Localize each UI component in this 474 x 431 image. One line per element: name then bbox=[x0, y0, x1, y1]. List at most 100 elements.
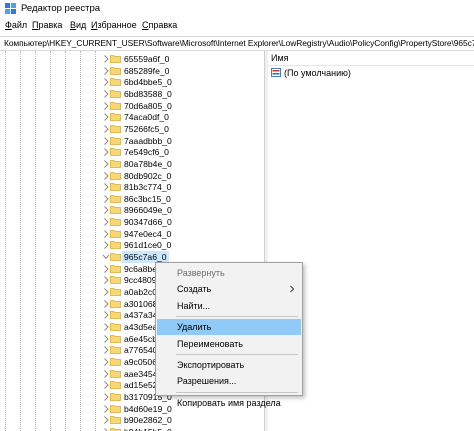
chevron-right-icon[interactable] bbox=[102, 357, 110, 367]
folder-icon bbox=[110, 253, 121, 261]
context-menu-item-label: Разрешения... bbox=[177, 376, 237, 387]
chevron-right-icon[interactable] bbox=[102, 275, 110, 285]
tree-item[interactable]: 90347d66_0 bbox=[0, 216, 264, 228]
reg-string-icon bbox=[271, 68, 281, 77]
chevron-right-icon[interactable] bbox=[102, 89, 110, 99]
context-menu-item-label: Экспортировать bbox=[177, 360, 245, 370]
menu-favorites[interactable]: Избранное bbox=[91, 20, 137, 30]
window-title: Редактор реестра bbox=[21, 3, 101, 14]
chevron-right-icon[interactable] bbox=[102, 334, 110, 344]
chevron-right-icon[interactable] bbox=[102, 415, 110, 425]
folder-icon bbox=[110, 66, 121, 75]
tree-item-label: a9c0506 bbox=[124, 356, 157, 367]
value-row-default[interactable]: (По умолчанию) bbox=[268, 67, 474, 79]
registry-editor-icon bbox=[5, 3, 16, 14]
chevron-right-icon[interactable] bbox=[102, 229, 110, 239]
chevron-right-icon[interactable] bbox=[102, 66, 110, 76]
folder-icon bbox=[110, 357, 121, 366]
chevron-right-icon[interactable] bbox=[102, 124, 110, 134]
tree-item[interactable]: 8966049e_0 bbox=[0, 204, 264, 216]
chevron-right-icon[interactable] bbox=[102, 369, 110, 379]
tree-item-label: 70d6a805_0 bbox=[124, 100, 172, 111]
chevron-right-icon[interactable] bbox=[102, 159, 110, 169]
folder-icon bbox=[110, 346, 121, 355]
context-menu-item[interactable]: Разрешения... bbox=[157, 373, 301, 389]
tree-item[interactable]: 80db902c_0 bbox=[0, 170, 264, 182]
tree-item-label: 947e0ec4_0 bbox=[124, 228, 172, 239]
tree-item-label: a437a34 bbox=[124, 310, 158, 321]
context-menu-item[interactable]: Копировать имя раздела bbox=[157, 395, 301, 411]
folder-icon bbox=[110, 381, 121, 390]
folder-icon bbox=[110, 334, 121, 343]
tree-item[interactable]: 80a78b4e_0 bbox=[0, 158, 264, 170]
chevron-right-icon[interactable] bbox=[102, 77, 110, 87]
chevron-right-icon[interactable] bbox=[102, 380, 110, 390]
tree-item[interactable]: 961d1ce0_0 bbox=[0, 239, 264, 251]
chevron-right-icon[interactable] bbox=[102, 136, 110, 146]
context-menu-item-label: Переименовать bbox=[177, 338, 243, 349]
chevron-right-icon[interactable] bbox=[102, 392, 110, 402]
value-name: (По умолчанию) bbox=[284, 68, 351, 78]
tree-item[interactable]: b90e2862_0 bbox=[0, 414, 264, 426]
chevron-right-icon[interactable] bbox=[102, 101, 110, 111]
chevron-right-icon[interactable] bbox=[102, 299, 110, 309]
tree-item[interactable]: 947e0ec4_0 bbox=[0, 228, 264, 240]
address-bar[interactable]: Компьютер\HKEY_CURRENT_USER\Software\Mic… bbox=[0, 36, 474, 51]
folder-icon bbox=[110, 404, 121, 413]
chevron-right-icon[interactable] bbox=[102, 182, 110, 192]
tree-item-label: a43d5ea bbox=[124, 321, 158, 332]
tree-item[interactable]: 70d6a805_0 bbox=[0, 100, 264, 112]
context-menu-item[interactable]: Найти... bbox=[157, 298, 301, 314]
tree-item[interactable]: 75266fc5_0 bbox=[0, 123, 264, 135]
menu-file[interactable]: Файл bbox=[5, 20, 27, 30]
tree-item[interactable]: 81b3c774_0 bbox=[0, 181, 264, 193]
folder-icon bbox=[110, 323, 121, 331]
chevron-right-icon[interactable] bbox=[102, 310, 110, 320]
context-menu-item: Развернуть bbox=[157, 265, 301, 281]
folder-icon bbox=[110, 113, 121, 122]
folder-icon bbox=[110, 101, 121, 110]
menu-edit[interactable]: Правка bbox=[32, 20, 62, 30]
context-menu-item-label: Найти... bbox=[177, 300, 211, 311]
folder-icon bbox=[110, 311, 121, 320]
tree-item[interactable]: 86c3bc15_0 bbox=[0, 193, 264, 205]
tree-item[interactable]: 65559a6f_0 bbox=[0, 53, 264, 65]
chevron-right-icon[interactable] bbox=[102, 112, 110, 122]
chevron-right-icon[interactable] bbox=[102, 54, 110, 64]
column-header-name[interactable]: Имя bbox=[268, 51, 474, 66]
chevron-right-icon[interactable] bbox=[102, 264, 110, 274]
tree-item[interactable]: 7aaadbbb_0 bbox=[0, 135, 264, 147]
chevron-right-icon[interactable] bbox=[102, 217, 110, 227]
chevron-right-icon[interactable] bbox=[102, 147, 110, 157]
menu-help[interactable]: Справка bbox=[142, 20, 177, 30]
chevron-right-icon[interactable] bbox=[102, 205, 110, 215]
menu-bar: Файл Правка Вид Избранное Справка bbox=[0, 18, 474, 34]
chevron-right-icon[interactable] bbox=[102, 427, 110, 431]
tree-item[interactable]: 74aca0df_0 bbox=[0, 111, 264, 123]
folder-icon bbox=[110, 206, 121, 215]
tree-item-label: 6bd4bbe5_0 bbox=[124, 77, 172, 88]
tree-item-label: 65559a6f_0 bbox=[124, 54, 170, 64]
tree-item[interactable]: b94b15b5_0 bbox=[0, 426, 264, 431]
context-menu-item[interactable]: Создать bbox=[157, 281, 301, 297]
tree-item[interactable]: 7e549cf6_0 bbox=[0, 146, 264, 158]
chevron-right-icon[interactable] bbox=[102, 287, 110, 297]
tree-item[interactable]: 685289fe_0 bbox=[0, 65, 264, 77]
context-menu-item[interactable]: Экспортировать bbox=[157, 357, 301, 373]
tree-item[interactable]: 6bd4bbe5_0 bbox=[0, 76, 264, 88]
tree-item[interactable]: 6bd83588_0 bbox=[0, 88, 264, 100]
chevron-right-icon[interactable] bbox=[102, 345, 110, 355]
chevron-right-icon[interactable] bbox=[102, 240, 110, 250]
folder-icon bbox=[110, 183, 121, 192]
menu-view[interactable]: Вид bbox=[70, 20, 86, 30]
chevron-down-icon[interactable] bbox=[102, 252, 110, 262]
chevron-right-icon[interactable] bbox=[102, 404, 110, 414]
context-menu-item-label: Развернуть bbox=[177, 268, 225, 278]
tree-item-label: 685289fe_0 bbox=[124, 65, 170, 76]
chevron-right-icon[interactable] bbox=[102, 322, 110, 332]
chevron-right-icon[interactable] bbox=[102, 194, 110, 204]
context-menu-item[interactable]: Удалить bbox=[157, 319, 301, 336]
context-menu-item[interactable]: Переименовать bbox=[157, 336, 301, 352]
tree-item-label: 80a78b4e_0 bbox=[124, 158, 172, 169]
chevron-right-icon[interactable] bbox=[102, 171, 110, 181]
